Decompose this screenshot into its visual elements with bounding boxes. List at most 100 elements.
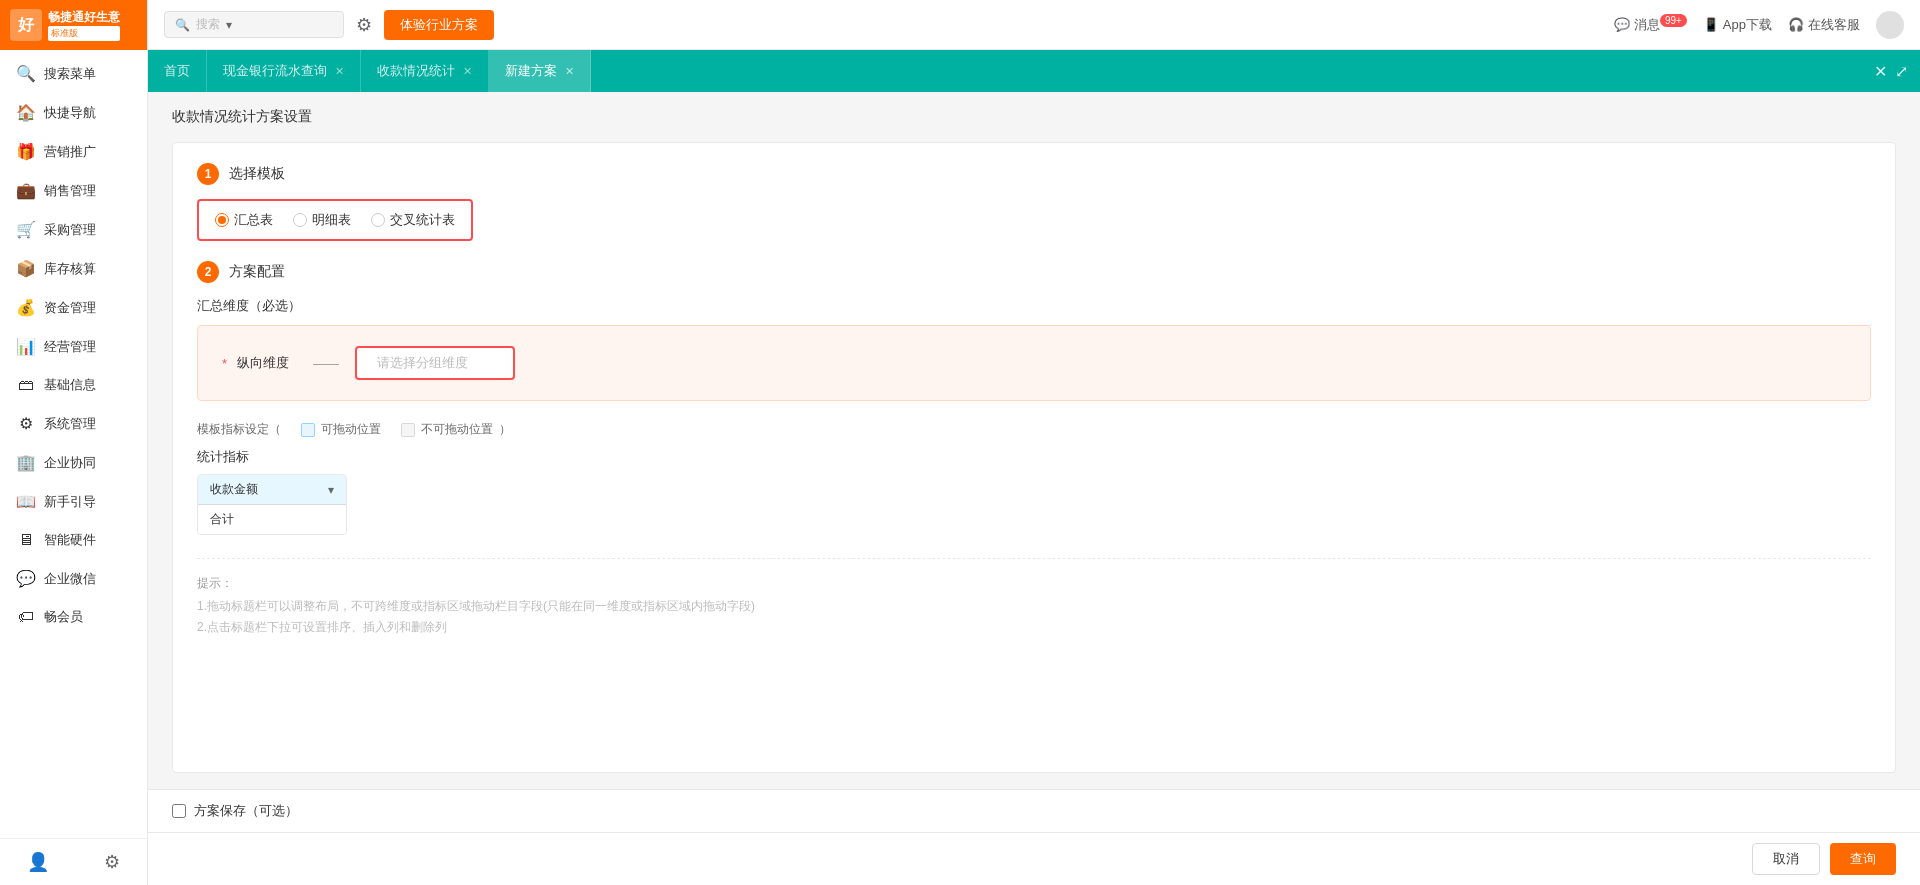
tab-new-plan-close[interactable]: ✕	[565, 65, 574, 78]
cancel-button[interactable]: 取消	[1752, 843, 1820, 875]
sidebar-item-operation[interactable]: 📊 经营管理	[0, 327, 147, 366]
sidebar-item-hardware[interactable]: 🖥 智能硬件	[0, 521, 147, 559]
home-icon: 🏠	[16, 103, 36, 122]
metrics-close-paren: ）	[499, 421, 511, 438]
sidebar-item-system[interactable]: ⚙ 系统管理	[0, 404, 147, 443]
fixed-label: 不可拖动位置	[421, 421, 493, 438]
service-label: 在线客服	[1808, 16, 1860, 34]
header-right: 💬 消息 99+ 📱 App下载 🎧 在线客服	[1614, 11, 1904, 39]
radio-summary[interactable]: 汇总表	[215, 211, 273, 229]
sidebar-item-sales[interactable]: 💼 销售管理	[0, 171, 147, 210]
tab-bar: 首页 现金银行流水查询 ✕ 收款情况统计 ✕ 新建方案 ✕ ✕ ⤢	[148, 50, 1920, 92]
tips-item-2: 2.点击标题栏下拉可设置排序、插入列和删除列	[197, 619, 1871, 636]
page-body: 收款情况统计方案设置 1 选择模板 汇总表	[148, 92, 1920, 885]
step1-section: 1 选择模板 汇总表 明细表	[197, 163, 1871, 241]
metrics-table-header[interactable]: 收款金额 ▾	[198, 475, 346, 505]
sidebar-item-basic[interactable]: 🗃 基础信息	[0, 366, 147, 404]
dimension-section-title: 汇总维度（必选）	[197, 297, 1871, 315]
sidebar-item-label: 畅会员	[44, 608, 83, 626]
metrics-movable-legend: 可拖动位置	[301, 421, 381, 438]
config-card: 1 选择模板 汇总表 明细表	[172, 142, 1896, 773]
metrics-dropdown-icon[interactable]: ▾	[328, 483, 334, 497]
sidebar-item-label: 经营管理	[44, 338, 96, 356]
step2-header: 2 方案配置	[197, 261, 1871, 283]
sidebar-item-guide[interactable]: 📖 新手引导	[0, 482, 147, 521]
sidebar-item-label: 企业协同	[44, 454, 96, 472]
movable-dot	[301, 423, 315, 437]
movable-label: 可拖动位置	[321, 421, 381, 438]
sidebar-item-search[interactable]: 🔍 搜索菜单	[0, 54, 147, 93]
sidebar-item-label: 基础信息	[44, 376, 96, 394]
member-icon: 🏷	[16, 608, 36, 626]
save-checkbox[interactable]	[172, 804, 186, 818]
tab-new-plan-label: 新建方案	[505, 62, 557, 80]
tab-expand-icon[interactable]: ⤢	[1895, 62, 1908, 81]
purchase-icon: 🛒	[16, 220, 36, 239]
tab-bank-flow[interactable]: 现金银行流水查询 ✕	[207, 50, 361, 92]
dimension-row-label: 纵向维度	[237, 354, 297, 372]
sidebar-bottom-user[interactable]: 👤	[19, 847, 57, 877]
sidebar-logo: 好 畅捷通好生意 标准版	[0, 0, 147, 50]
operation-icon: 📊	[16, 337, 36, 356]
radio-cross-label: 交叉统计表	[390, 211, 455, 229]
sidebar-bottom-settings[interactable]: ⚙	[96, 847, 128, 877]
user-icon: 👤	[27, 851, 49, 873]
settings-icon: ⚙	[104, 851, 120, 873]
dimension-select-button[interactable]: 请选择分组维度	[355, 346, 515, 380]
header-search-box[interactable]: 🔍 搜索 ▾	[164, 11, 344, 38]
metrics-section: 模板指标设定（ 可拖动位置 不可拖动位置 ）	[197, 421, 1871, 538]
radio-detail-label: 明细表	[312, 211, 351, 229]
step2-title: 方案配置	[229, 263, 285, 281]
app-download-item[interactable]: 📱 App下载	[1703, 16, 1772, 34]
gear-button[interactable]: ⚙	[356, 14, 372, 36]
notification-icon: 💬	[1614, 17, 1630, 32]
tab-new-plan[interactable]: 新建方案 ✕	[489, 50, 591, 92]
basic-icon: 🗃	[16, 376, 36, 394]
tab-close-all-icon[interactable]: ✕	[1874, 62, 1887, 81]
query-button[interactable]: 查询	[1830, 843, 1896, 875]
notification-badge: 99+	[1660, 14, 1687, 27]
sidebar-item-member[interactable]: 🏷 畅会员	[0, 598, 147, 636]
service-item[interactable]: 🎧 在线客服	[1788, 16, 1860, 34]
sidebar-item-label: 营销推广	[44, 143, 96, 161]
app-download-label: App下载	[1723, 16, 1772, 34]
sidebar-item-label: 销售管理	[44, 182, 96, 200]
notification-item[interactable]: 💬 消息 99+	[1614, 16, 1687, 34]
radio-cross-circle	[371, 213, 385, 227]
tab-home[interactable]: 首页	[148, 50, 207, 92]
industry-plan-button[interactable]: 体验行业方案	[384, 10, 494, 40]
sidebar-item-label: 智能硬件	[44, 531, 96, 549]
metrics-column-header: 收款金额	[210, 481, 258, 498]
radio-summary-label: 汇总表	[234, 211, 273, 229]
step1-header: 1 选择模板	[197, 163, 1871, 185]
sidebar-item-finance[interactable]: 💰 资金管理	[0, 288, 147, 327]
tab-bar-actions: ✕ ⤢	[1862, 50, 1920, 92]
tab-receivable-stat-label: 收款情况统计	[377, 62, 455, 80]
required-mark: *	[222, 356, 227, 371]
radio-cross[interactable]: 交叉统计表	[371, 211, 455, 229]
save-label: 方案保存（可选）	[194, 802, 298, 820]
stat-indicator-label: 统计指标	[197, 448, 1871, 466]
user-avatar[interactable]	[1876, 11, 1904, 39]
hardware-icon: 🖥	[16, 531, 36, 549]
search-dropdown-icon[interactable]: ▾	[226, 18, 232, 32]
sidebar-item-inventory[interactable]: 📦 库存核算	[0, 249, 147, 288]
page-title: 收款情况统计方案设置	[172, 108, 1896, 126]
sidebar-item-purchase[interactable]: 🛒 采购管理	[0, 210, 147, 249]
sales-icon: 💼	[16, 181, 36, 200]
notification-label: 消息	[1634, 16, 1660, 34]
sidebar-item-marketing[interactable]: 🎁 营销推广	[0, 132, 147, 171]
tab-bank-flow-close[interactable]: ✕	[335, 65, 344, 78]
sidebar-item-enterprise[interactable]: 🏢 企业协同	[0, 443, 147, 482]
step2-section: 2 方案配置 汇总维度（必选） * 纵向维度 —— 请选择分组维度	[197, 261, 1871, 636]
sidebar-bottom: 👤 ⚙	[0, 838, 147, 885]
tips-item-1: 1.拖动标题栏可以调整布局，不可跨维度或指标区域拖动栏目字段(只能在同一维度或指…	[197, 598, 1871, 615]
tab-receivable-stat[interactable]: 收款情况统计 ✕	[361, 50, 489, 92]
sidebar-item-quick-nav[interactable]: 🏠 快捷导航	[0, 93, 147, 132]
sidebar-item-label: 采购管理	[44, 221, 96, 239]
sidebar-item-label: 系统管理	[44, 415, 96, 433]
radio-detail[interactable]: 明细表	[293, 211, 351, 229]
sidebar-item-label: 库存核算	[44, 260, 96, 278]
tab-receivable-stat-close[interactable]: ✕	[463, 65, 472, 78]
sidebar-item-wechat[interactable]: 💬 企业微信	[0, 559, 147, 598]
